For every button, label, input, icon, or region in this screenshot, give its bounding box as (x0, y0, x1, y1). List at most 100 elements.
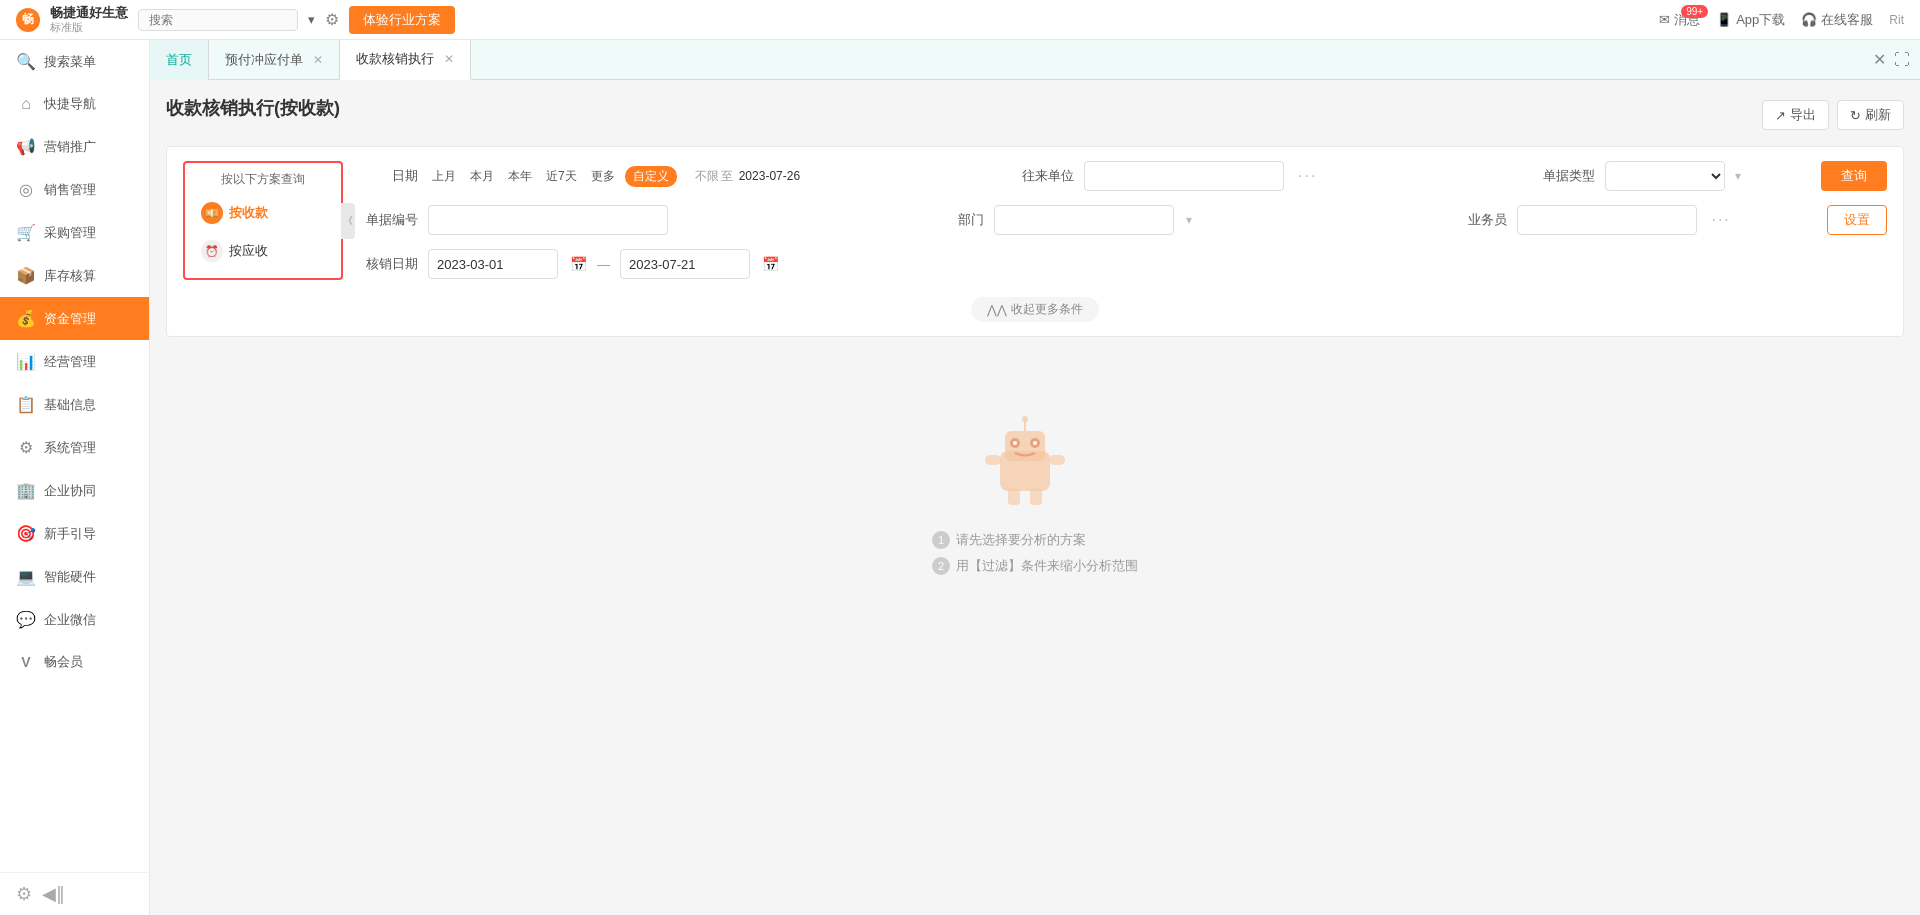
search-input[interactable] (138, 9, 298, 31)
phone-icon: 📱 (1716, 12, 1732, 27)
filter-sidebar-collapse[interactable]: 《 (341, 203, 355, 239)
collapse-more-button[interactable]: ⋀⋀ 收起更多条件 (971, 297, 1099, 322)
date-more[interactable]: 更多 (587, 166, 619, 187)
content-wrapper: 收款核销执行(按收款) ↗ 导出 ↻ 刷新 (166, 96, 1904, 635)
tabbar-close-all-icon[interactable]: ✕ (1873, 50, 1886, 69)
filter-header-row: 按以下方案查询 💴 按收款 ⏰ 按应收 《 (183, 161, 1887, 293)
solution-button[interactable]: 体验行业方案 (349, 6, 455, 34)
sidebar-item-label: 基础信息 (44, 396, 96, 414)
verify-date-separator: — (597, 257, 610, 272)
empty-hints: 1 请先选择要分析的方案 2 用【过滤】条件来缩小分析范围 (932, 531, 1138, 575)
wechat-icon: 💬 (16, 610, 36, 629)
sidebar-collapse-icon[interactable]: ◀‖ (42, 883, 65, 905)
sidebar-item-hardware[interactable]: 💻 智能硬件 (0, 555, 149, 598)
search-icon: 🔍 (16, 52, 36, 71)
sidebar-item-finance[interactable]: 💰 资金管理 (0, 297, 149, 340)
svg-rect-8 (985, 455, 1001, 465)
by-receipt-icon: 💴 (201, 202, 223, 224)
topbar: 畅 畅捷通好生意 标准版 ▾ ⚙ 体验行业方案 ✉ 消息 99+ 📱 App下载… (0, 0, 1920, 40)
verify-date-end-input[interactable] (620, 249, 750, 279)
verify-date-end-calendar-icon[interactable]: 📅 (762, 256, 779, 272)
message-badge: 99+ (1681, 5, 1708, 18)
tab-receipt-verify[interactable]: 收款核销执行 ✕ (340, 40, 471, 80)
doc-no-input[interactable] (428, 205, 668, 235)
sidebar-item-system[interactable]: ⚙ 系统管理 (0, 426, 149, 469)
settings-icon[interactable]: ⚙ (325, 10, 339, 29)
sidebar-item-label: 畅会员 (44, 653, 83, 671)
tab-prepay[interactable]: 预付冲应付单 ✕ (209, 40, 340, 80)
message-button[interactable]: ✉ 消息 99+ (1659, 11, 1700, 29)
staff-dots-icon[interactable]: ··· (1711, 211, 1730, 229)
export-button[interactable]: ↗ 导出 (1762, 100, 1829, 130)
online-service-button[interactable]: 🎧 在线客服 (1801, 11, 1873, 29)
date-unlimited-row: 不限 至 2023-07-26 (695, 168, 800, 185)
doc-type-select[interactable] (1605, 161, 1725, 191)
dept-label: 部门 (929, 211, 984, 229)
sidebar-item-inventory[interactable]: 📦 库存核算 (0, 254, 149, 297)
system-icon: ⚙ (16, 438, 36, 457)
tab-prepay-close-icon[interactable]: ✕ (313, 53, 323, 67)
logo: 畅 (16, 8, 40, 32)
date-value: 2023-07-26 (739, 169, 800, 183)
sidebar-item-label: 营销推广 (44, 138, 96, 156)
app-download-button[interactable]: 📱 App下载 (1716, 11, 1785, 29)
filter-option-by-receipt[interactable]: 💴 按收款 (185, 194, 341, 232)
sidebar-gear-icon[interactable]: ⚙ (16, 883, 32, 905)
tab-receipt-close-icon[interactable]: ✕ (444, 52, 454, 66)
home-icon: ⌂ (16, 95, 36, 113)
sidebar-item-basic[interactable]: 📋 基础信息 (0, 383, 149, 426)
page-actions: ↗ 导出 ↻ 刷新 (1762, 100, 1904, 130)
member-icon: V (16, 654, 36, 670)
dropdown-arrow-icon[interactable]: ▾ (308, 12, 315, 27)
brand-name: 畅捷通好生意 (50, 5, 128, 21)
partner-dots-icon[interactable]: ··· (1298, 167, 1317, 185)
refresh-icon: ↻ (1850, 108, 1861, 123)
sidebar-item-search[interactable]: 🔍 搜索菜单 (0, 40, 149, 83)
sidebar-item-operations[interactable]: 📊 经营管理 (0, 340, 149, 383)
topbar-left: 畅 畅捷通好生意 标准版 ▾ ⚙ 体验行业方案 (16, 5, 455, 34)
tabbar-actions: ✕ ⛶ (1863, 50, 1920, 69)
sidebar-item-sales[interactable]: ◎ 销售管理 (0, 168, 149, 211)
marketing-icon: 📢 (16, 137, 36, 156)
sidebar-item-member[interactable]: V 畅会员 (0, 641, 149, 683)
staff-input[interactable] (1517, 205, 1697, 235)
refresh-button[interactable]: ↻ 刷新 (1837, 100, 1904, 130)
sidebar-item-label: 快捷导航 (44, 95, 96, 113)
date-this-year[interactable]: 本年 (504, 166, 536, 187)
filter-option-by-receivable[interactable]: ⏰ 按应收 (185, 232, 341, 270)
dept-dropdown-icon[interactable]: ▾ (1186, 213, 1192, 227)
empty-state: 1 请先选择要分析的方案 2 用【过滤】条件来缩小分析范围 (166, 351, 1904, 635)
dept-input[interactable] (994, 205, 1174, 235)
sidebar: 🔍 搜索菜单 ⌂ 快捷导航 📢 营销推广 ◎ 销售管理 🛒 采购管理 📦 库存核… (0, 40, 150, 915)
doc-type-dropdown-icon[interactable]: ▾ (1735, 169, 1741, 183)
sidebar-item-enterprise[interactable]: 🏢 企业协同 (0, 469, 149, 512)
verify-date-start-calendar-icon[interactable]: 📅 (570, 256, 587, 272)
filter-sidebar: 按以下方案查询 💴 按收款 ⏰ 按应收 《 (183, 161, 343, 280)
tabbar: 首页 预付冲应付单 ✕ 收款核销执行 ✕ ✕ ⛶ (150, 40, 1920, 80)
sidebar-item-label: 企业微信 (44, 611, 96, 629)
sidebar-item-guide[interactable]: 🎯 新手引导 (0, 512, 149, 555)
partner-input[interactable] (1084, 161, 1284, 191)
date-this-month[interactable]: 本月 (466, 166, 498, 187)
verify-date-start-input[interactable] (428, 249, 558, 279)
tab-home[interactable]: 首页 (150, 40, 209, 80)
empty-icon-container (975, 411, 1095, 511)
date-last-month[interactable]: 上月 (428, 166, 460, 187)
sidebar-item-nav[interactable]: ⌂ 快捷导航 (0, 83, 149, 125)
date-custom[interactable]: 自定义 (625, 166, 677, 187)
date-label: 日期 (363, 167, 418, 185)
message-icon: ✉ (1659, 12, 1670, 27)
doc-no-label: 单据编号 (363, 211, 418, 229)
sidebar-item-wechat[interactable]: 💬 企业微信 (0, 598, 149, 641)
tabbar-expand-icon[interactable]: ⛶ (1894, 51, 1910, 69)
sidebar-item-label: 系统管理 (44, 439, 96, 457)
sidebar-item-purchase[interactable]: 🛒 采购管理 (0, 211, 149, 254)
sidebar-item-label: 智能硬件 (44, 568, 96, 586)
settings-button[interactable]: 设置 (1827, 205, 1887, 235)
query-button[interactable]: 查询 (1821, 161, 1887, 191)
filter-row-3: 核销日期 📅 — 📅 (363, 249, 1887, 279)
sidebar-bottom: ⚙ ◀‖ (0, 872, 149, 915)
date-7days[interactable]: 近7天 (542, 166, 581, 187)
sidebar-item-marketing[interactable]: 📢 营销推广 (0, 125, 149, 168)
hint-text-1: 请先选择要分析的方案 (956, 531, 1086, 549)
